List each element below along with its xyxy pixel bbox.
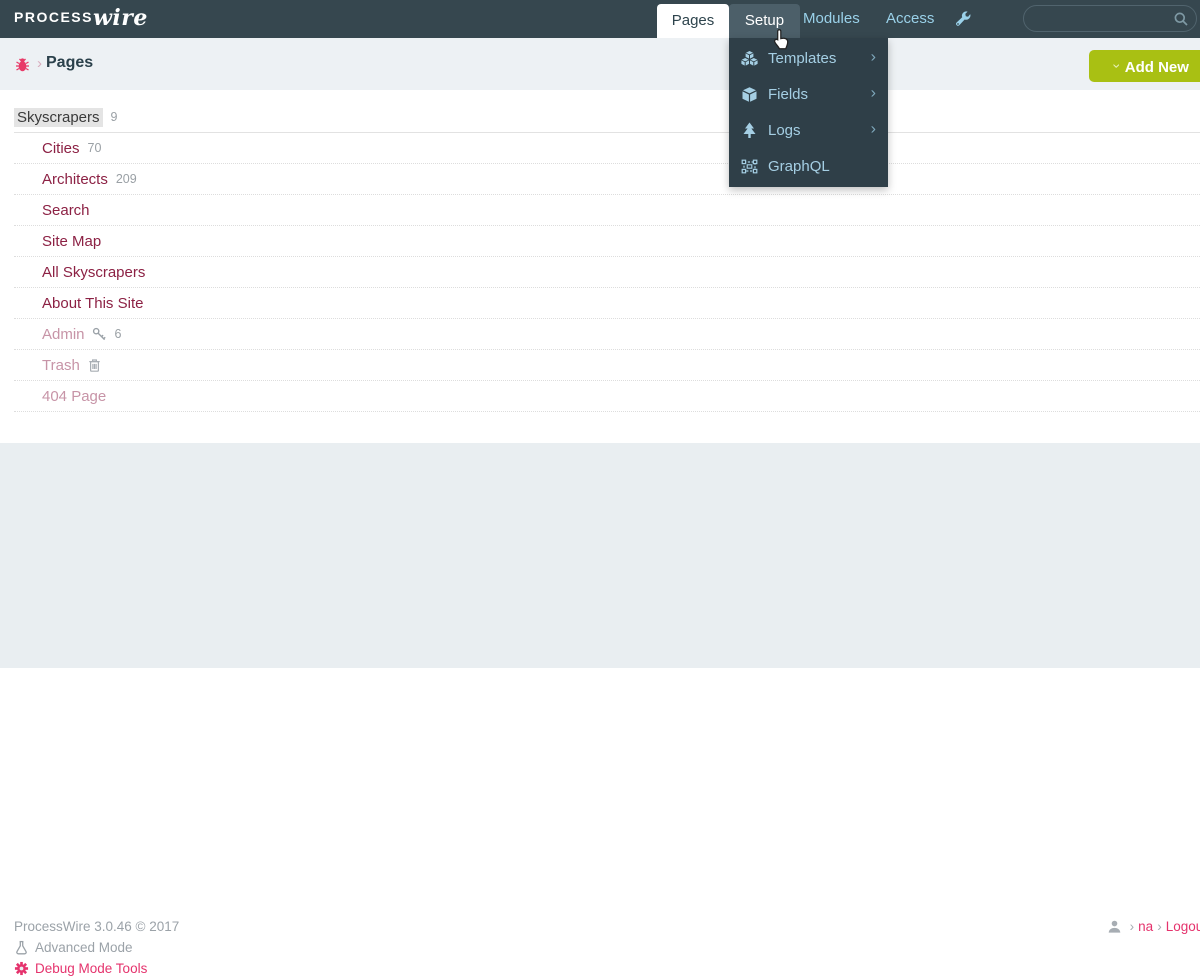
add-new-button[interactable]: ›Add New <box>1089 50 1200 82</box>
page-link-admin[interactable]: Admin <box>42 326 85 343</box>
tree-row-search: Search <box>14 195 1200 226</box>
tree-icon <box>741 122 758 139</box>
top-navbar: PROCESSwire Pages Setup Modules Access <box>0 0 1200 38</box>
page-link-skyscrapers[interactable]: Skyscrapers <box>14 107 103 127</box>
breadcrumb-chevron-icon: › <box>37 55 42 72</box>
submenu-chevron-icon: › <box>870 48 876 66</box>
debug-mode-tools-link[interactable]: Debug Mode Tools <box>14 961 147 976</box>
submenu-chevron-icon: › <box>870 120 876 138</box>
tab-access[interactable]: Access <box>886 0 934 38</box>
tree-row-site-map: Site Map <box>14 226 1200 257</box>
footer-user-area: › na › Logout <box>1107 919 1200 934</box>
advanced-mode-label: Advanced Mode <box>35 940 133 955</box>
chevron-down-icon: › <box>1109 63 1126 69</box>
menu-item-fields[interactable]: Fields › <box>729 76 888 112</box>
page-link-search[interactable]: Search <box>42 202 90 219</box>
menu-item-label: Logs <box>768 121 801 139</box>
object-group-icon <box>741 158 758 175</box>
logo-text-primary: PROCESS <box>14 9 93 25</box>
tree-row-about-this-site: About This Site <box>14 288 1200 319</box>
page-count: 70 <box>87 141 102 155</box>
breadcrumb-bar: › Pages <box>0 38 1200 90</box>
debug-bug-icon[interactable] <box>14 56 31 73</box>
page-link-cities[interactable]: Cities <box>42 140 80 157</box>
menu-item-label: Templates <box>768 49 837 67</box>
tab-pages[interactable]: Pages <box>657 4 729 38</box>
page-link-about-this-site[interactable]: About This Site <box>42 295 143 312</box>
page-title: Pages <box>46 54 94 71</box>
menu-item-graphql[interactable]: GraphQL <box>729 148 888 184</box>
tree-row-admin: Admin 6 <box>14 319 1200 350</box>
footer-chevron-icon: › <box>1129 919 1135 934</box>
page-tree: Skyscrapers 9 Cities 70 Architects 209 S… <box>14 102 1200 412</box>
cubes-icon <box>741 50 758 67</box>
processwire-logo[interactable]: PROCESSwire <box>14 5 148 31</box>
page-count: 6 <box>114 327 122 341</box>
username-link[interactable]: na <box>1138 919 1153 934</box>
tree-row-architects: Architects 209 <box>14 164 1200 195</box>
page-link-404-page[interactable]: 404 Page <box>42 388 106 405</box>
menu-item-label: Fields <box>768 85 809 103</box>
tree-row-skyscrapers: Skyscrapers 9 <box>14 102 1200 133</box>
advanced-mode-line: Advanced Mode <box>14 940 133 955</box>
flask-icon <box>14 940 29 955</box>
logout-link[interactable]: Logout <box>1166 919 1200 934</box>
user-icon <box>1107 919 1122 934</box>
setup-dropdown-menu: Templates › Fields › Logs › GraphQL <box>729 38 888 187</box>
version-text: ProcessWire 3.0.46 © 2017 <box>14 919 180 934</box>
mouse-cursor-pointer <box>772 28 791 51</box>
menu-item-logs[interactable]: Logs › <box>729 112 888 148</box>
cube-icon <box>741 86 758 103</box>
tree-row-cities: Cities 70 <box>14 133 1200 164</box>
tree-row-404-page: 404 Page <box>14 381 1200 412</box>
page-count: 9 <box>110 110 118 124</box>
search-icon[interactable] <box>1173 11 1189 27</box>
menu-item-templates[interactable]: Templates › <box>729 40 888 76</box>
tab-modules[interactable]: Modules <box>803 0 860 38</box>
search-box <box>1023 5 1197 32</box>
footer: ProcessWire 3.0.46 © 2017 Advanced Mode … <box>0 443 1200 976</box>
tree-row-all-skyscrapers: All Skyscrapers <box>14 257 1200 288</box>
menu-item-label: GraphQL <box>768 157 830 175</box>
page-link-site-map[interactable]: Site Map <box>42 233 101 250</box>
page-link-trash[interactable]: Trash <box>42 357 80 374</box>
debug-mode-tools-label: Debug Mode Tools <box>35 961 148 976</box>
footer-chevron-icon: › <box>1157 919 1162 934</box>
search-input[interactable] <box>1036 7 1171 30</box>
submenu-chevron-icon: › <box>870 84 876 102</box>
page-link-architects[interactable]: Architects <box>42 171 108 188</box>
key-icon <box>92 327 107 342</box>
page-link-all-skyscrapers[interactable]: All Skyscrapers <box>42 264 145 281</box>
gear-icon <box>14 961 29 976</box>
logo-text-secondary: wire <box>92 5 148 31</box>
tree-row-trash: Trash <box>14 350 1200 381</box>
trash-icon <box>87 358 102 373</box>
add-new-label: Add New <box>1124 59 1189 76</box>
page-count: 209 <box>115 172 137 186</box>
wrench-icon[interactable] <box>955 11 971 27</box>
